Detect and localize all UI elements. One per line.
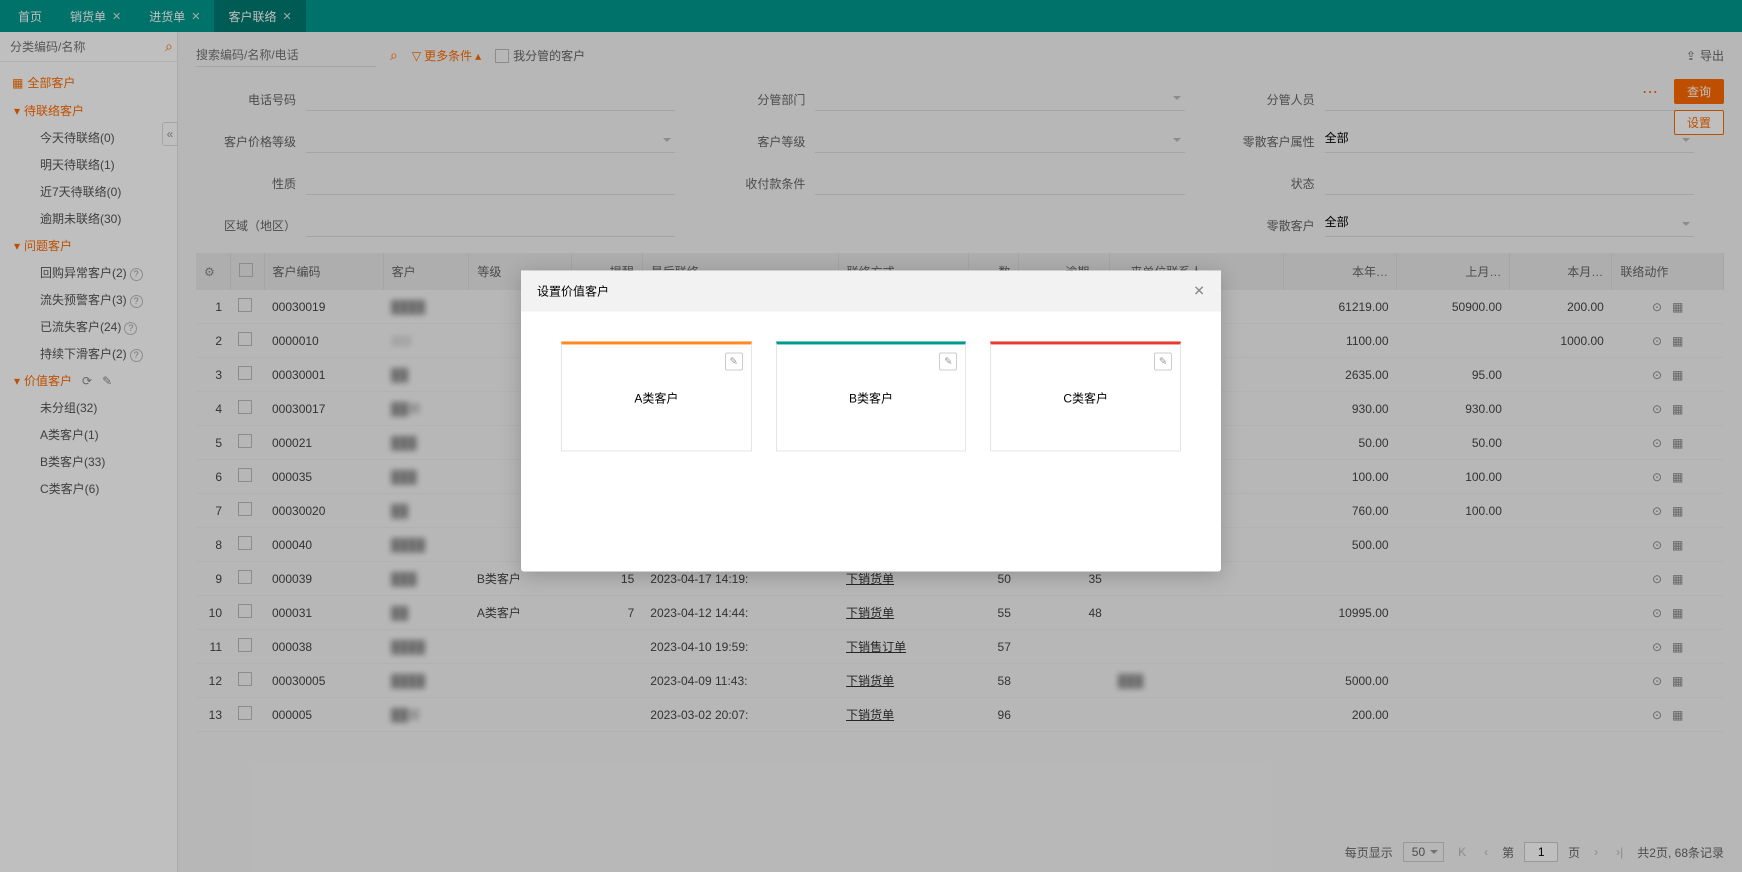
card-c[interactable]: ✎C类客户 (990, 341, 1181, 451)
edit-icon[interactable]: ✎ (1154, 352, 1172, 370)
edit-icon[interactable]: ✎ (725, 352, 743, 370)
edit-icon[interactable]: ✎ (939, 352, 957, 370)
value-customer-modal: 设置价值客户 ✕ ✎A类客户 ✎B类客户 ✎C类客户 (521, 270, 1221, 571)
close-icon[interactable]: ✕ (1193, 282, 1205, 299)
modal-title: 设置价值客户 (537, 282, 609, 299)
card-a[interactable]: ✎A类客户 (561, 341, 752, 451)
card-b[interactable]: ✎B类客户 (776, 341, 967, 451)
